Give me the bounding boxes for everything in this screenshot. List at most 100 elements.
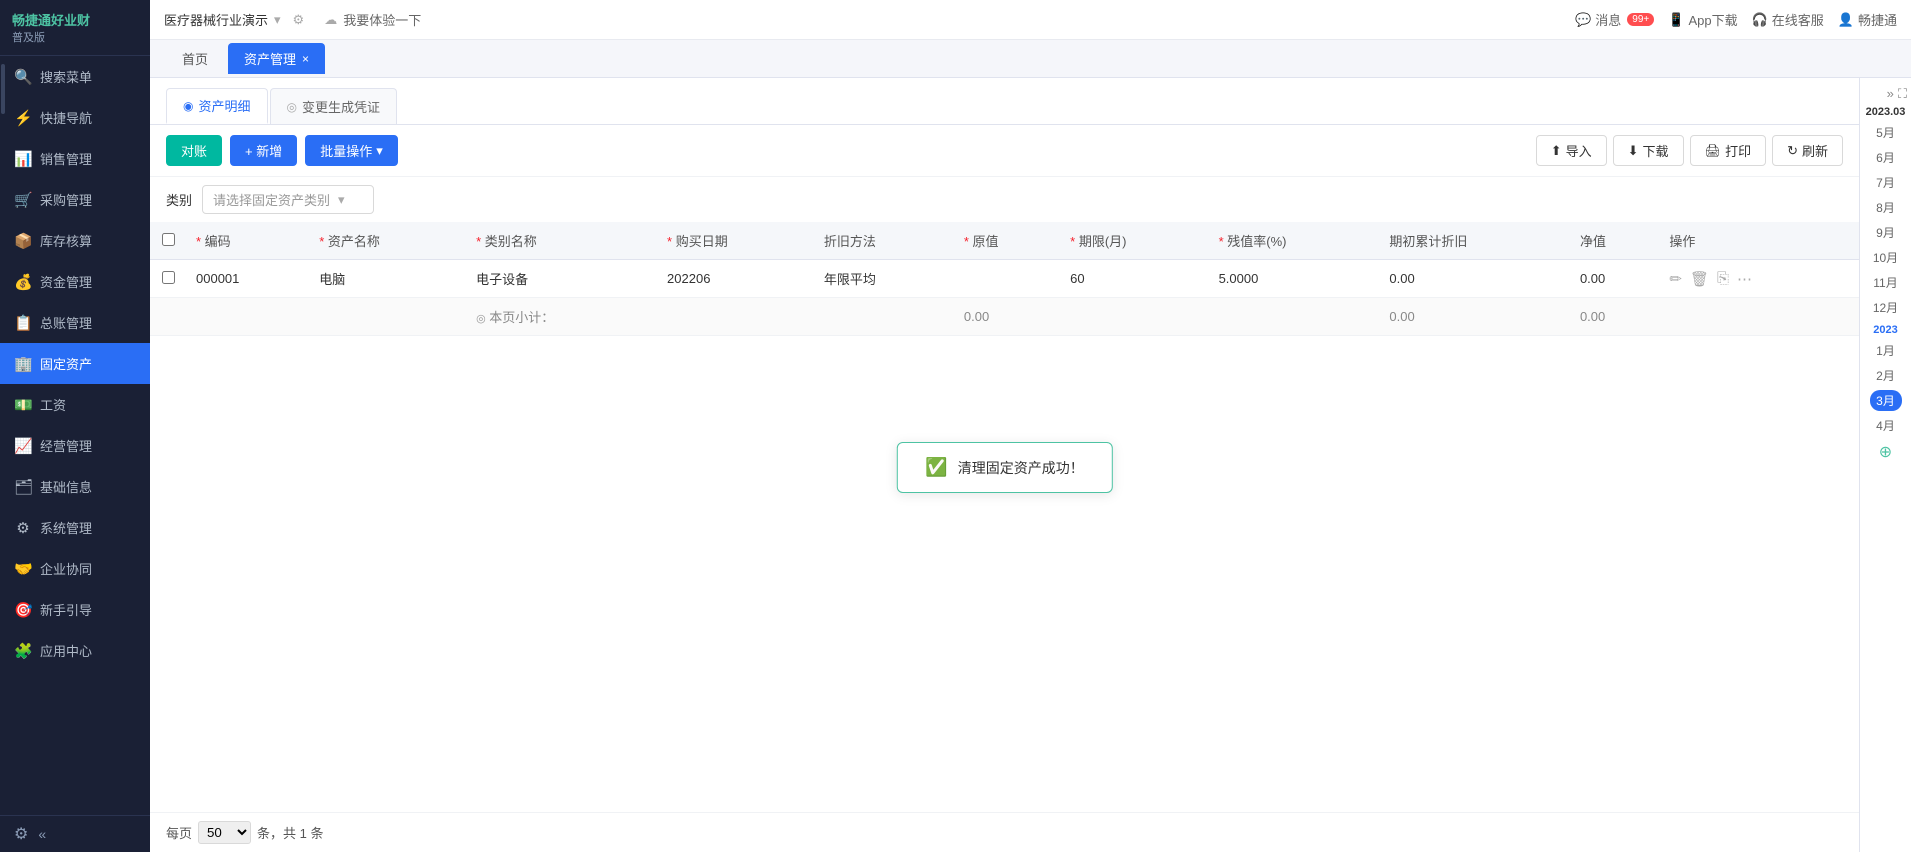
total-label: 条，共 1 条 xyxy=(257,823,323,842)
right-panel-expand-icon[interactable]: ⛶ xyxy=(1898,86,1907,102)
settings-icon[interactable]: ⚙ xyxy=(14,824,28,844)
import-button[interactable]: ⬆ 导入 xyxy=(1536,135,1607,166)
print-button[interactable]: 🖨 打印 xyxy=(1690,135,1767,166)
sidebar-item-basic-info[interactable]: 🗂 基础信息 xyxy=(0,466,150,507)
batch-ops-chevron: ▾ xyxy=(376,143,383,159)
sidebar-item-guide[interactable]: 🎯 新手引导 xyxy=(0,589,150,630)
message-action[interactable]: 💬 消息 99+ xyxy=(1575,10,1654,29)
sidebar-item-inventory[interactable]: 📦 库存核算 xyxy=(0,220,150,261)
sidebar-item-search[interactable]: 🔍 搜索菜单 xyxy=(0,56,150,97)
right-panel-month-5[interactable]: 5月 xyxy=(1860,120,1911,145)
right-panel-month-11[interactable]: 11月 xyxy=(1860,270,1911,295)
content-main: ◉ 资产明细 ◎ 变更生成凭证 对账 + 新增 批量操作 ▾ ⬆ xyxy=(150,78,1859,852)
toolbar-right-actions: ⬆ 导入 ⬇ 下载 🖨 打印 ↻ 刷新 xyxy=(1536,135,1843,166)
flash-icon: ⚡ xyxy=(14,109,32,127)
chevron-down-icon: ▾ xyxy=(274,12,281,28)
tab-home[interactable]: 首页 xyxy=(166,43,224,74)
right-panel: » ⛶ 2023.03 5月 6月 7月 8月 9月 10月 11月 12月 2… xyxy=(1859,78,1911,852)
subtab-voucher-change[interactable]: ◎ 变更生成凭证 xyxy=(270,88,398,124)
sidebar-label-basic-info: 基础信息 xyxy=(40,477,92,496)
right-panel-month-9[interactable]: 9月 xyxy=(1860,220,1911,245)
subtotal-original: 0.00 xyxy=(954,298,1060,336)
sidebar-item-operations[interactable]: 📈 经营管理 xyxy=(0,425,150,466)
sidebar-label-inventory: 库存核算 xyxy=(40,231,92,250)
refresh-icon: ↻ xyxy=(1787,143,1798,159)
sidebar-item-collab[interactable]: 🤝 企业协同 xyxy=(0,548,150,589)
message-icon: 💬 xyxy=(1575,12,1591,28)
right-panel-month-7[interactable]: 7月 xyxy=(1860,170,1911,195)
toast-notification: ✅ 清理固定资产成功！ xyxy=(896,442,1112,493)
right-panel-month-2[interactable]: 2月 xyxy=(1860,363,1911,388)
sidebar-item-system[interactable]: ⚙ 系统管理 xyxy=(0,507,150,548)
right-panel-month-10[interactable]: 10月 xyxy=(1860,245,1911,270)
subtab-asset-detail-label: 资产明细 xyxy=(198,96,250,115)
row-checkbox[interactable] xyxy=(162,271,175,284)
sidebar-item-quicknav[interactable]: ⚡ 快捷导航 xyxy=(0,97,150,138)
sidebar-item-sales[interactable]: 📊 销售管理 xyxy=(0,138,150,179)
cell-original-value xyxy=(954,260,1060,298)
sidebar-item-finance[interactable]: 💰 资金管理 xyxy=(0,261,150,302)
reconcile-button[interactable]: 对账 xyxy=(166,135,222,166)
service-icon: 🎧 xyxy=(1752,12,1768,28)
tab-close-icon[interactable]: × xyxy=(302,52,309,66)
collab-icon: 🤝 xyxy=(14,560,32,578)
subtotal-empty7 xyxy=(1209,298,1380,336)
subtab-asset-detail[interactable]: ◉ 资产明细 xyxy=(166,88,268,124)
subtotal-empty6 xyxy=(1060,298,1208,336)
new-button[interactable]: + 新增 xyxy=(230,135,297,166)
search-icon: 🔍 xyxy=(14,68,32,86)
toolbar: 对账 + 新增 批量操作 ▾ ⬆ 导入 ⬇ 下载 🖨 xyxy=(150,125,1859,177)
operations-icon: 📈 xyxy=(14,437,32,455)
user-action[interactable]: 👤 畅捷通 xyxy=(1838,10,1897,29)
cell-purchase-date: 202206 xyxy=(657,260,814,298)
right-panel-month-6[interactable]: 6月 xyxy=(1860,145,1911,170)
select-all-checkbox[interactable] xyxy=(162,233,175,246)
online-service-action[interactable]: 🎧 在线客服 xyxy=(1752,10,1824,29)
download-button[interactable]: ⬇ 下载 xyxy=(1613,135,1684,166)
col-period: 期限(月) xyxy=(1060,222,1208,260)
sidebar-item-fixed-assets[interactable]: 🏢 固定资产 xyxy=(0,343,150,384)
right-panel-year-label: 2023 xyxy=(1873,320,1897,338)
edit-icon[interactable]: ✏ xyxy=(1669,270,1682,288)
settings-gear-icon[interactable]: ⚙ xyxy=(293,12,305,28)
right-panel-month-3-current[interactable]: 3月 xyxy=(1870,390,1902,411)
sidebar-item-ledger[interactable]: 📋 总账管理 xyxy=(0,302,150,343)
subtotal-empty3 xyxy=(309,298,466,336)
collapse-icon[interactable]: « xyxy=(38,826,46,842)
table-area: 编码 资产名称 类别名称 购买日期 折旧方法 原值 期限(月) 残值率(%) 期… xyxy=(150,222,1859,852)
delete-icon[interactable]: 🗑 xyxy=(1690,270,1709,288)
sidebar-logo: 畅捷通好业财 普及版 xyxy=(0,0,150,56)
per-page-select[interactable]: 50 100 200 xyxy=(198,821,251,844)
more-icon[interactable]: ⋯ xyxy=(1737,270,1752,288)
sidebar-item-payroll[interactable]: 💵 工资 xyxy=(0,384,150,425)
subtotal-empty2 xyxy=(186,298,309,336)
subtotal-net: 0.00 xyxy=(1570,298,1659,336)
print-icon: 🖨 xyxy=(1705,143,1722,159)
right-panel-month-8[interactable]: 8月 xyxy=(1860,195,1911,220)
category-label: 类别 xyxy=(166,190,192,209)
right-panel-month-4[interactable]: 4月 xyxy=(1860,413,1911,438)
category-select[interactable]: 请选择固定资产类别 ▾ xyxy=(202,185,374,214)
tab-asset-mgmt[interactable]: 资产管理 × xyxy=(228,43,325,74)
right-panel-month-12[interactable]: 12月 xyxy=(1860,295,1911,320)
sidebar-item-appstore[interactable]: 🧩 应用中心 xyxy=(0,630,150,671)
experience-link[interactable]: 我要体验一下 xyxy=(343,10,421,29)
company-selector[interactable]: 医疗器械行业演示 ▾ ⚙ ☁ 我要体验一下 xyxy=(164,10,1565,29)
refresh-button[interactable]: ↻ 刷新 xyxy=(1772,135,1843,166)
basic-info-icon: 🗂 xyxy=(14,478,32,496)
copy-icon[interactable]: ⎘ xyxy=(1717,270,1729,288)
topbar: 医疗器械行业演示 ▾ ⚙ ☁ 我要体验一下 💬 消息 99+ 📱 App下载 🎧… xyxy=(150,0,1911,40)
col-category: 类别名称 xyxy=(466,222,657,260)
right-panel-month-1[interactable]: 1月 xyxy=(1860,338,1911,363)
subtotal-initial: 0.00 xyxy=(1379,298,1570,336)
batch-ops-button[interactable]: 批量操作 ▾ xyxy=(305,135,398,166)
sidebar-bottom: ⚙ « xyxy=(0,815,150,852)
app-download-action[interactable]: 📱 App下载 xyxy=(1668,10,1737,29)
sidebar-item-purchase[interactable]: 🛒 采购管理 xyxy=(0,179,150,220)
avatar-icon: 👤 xyxy=(1838,12,1854,28)
content-area: ◉ 资产明细 ◎ 变更生成凭证 对账 + 新增 批量操作 ▾ ⬆ xyxy=(150,78,1911,852)
right-panel-collapse-icon[interactable]: » xyxy=(1887,86,1894,102)
right-panel-scroll-down[interactable]: ⊕ xyxy=(1879,442,1892,462)
assets-table: 编码 资产名称 类别名称 购买日期 折旧方法 原值 期限(月) 残值率(%) 期… xyxy=(150,222,1859,336)
sidebar-label-quicknav: 快捷导航 xyxy=(40,108,92,127)
